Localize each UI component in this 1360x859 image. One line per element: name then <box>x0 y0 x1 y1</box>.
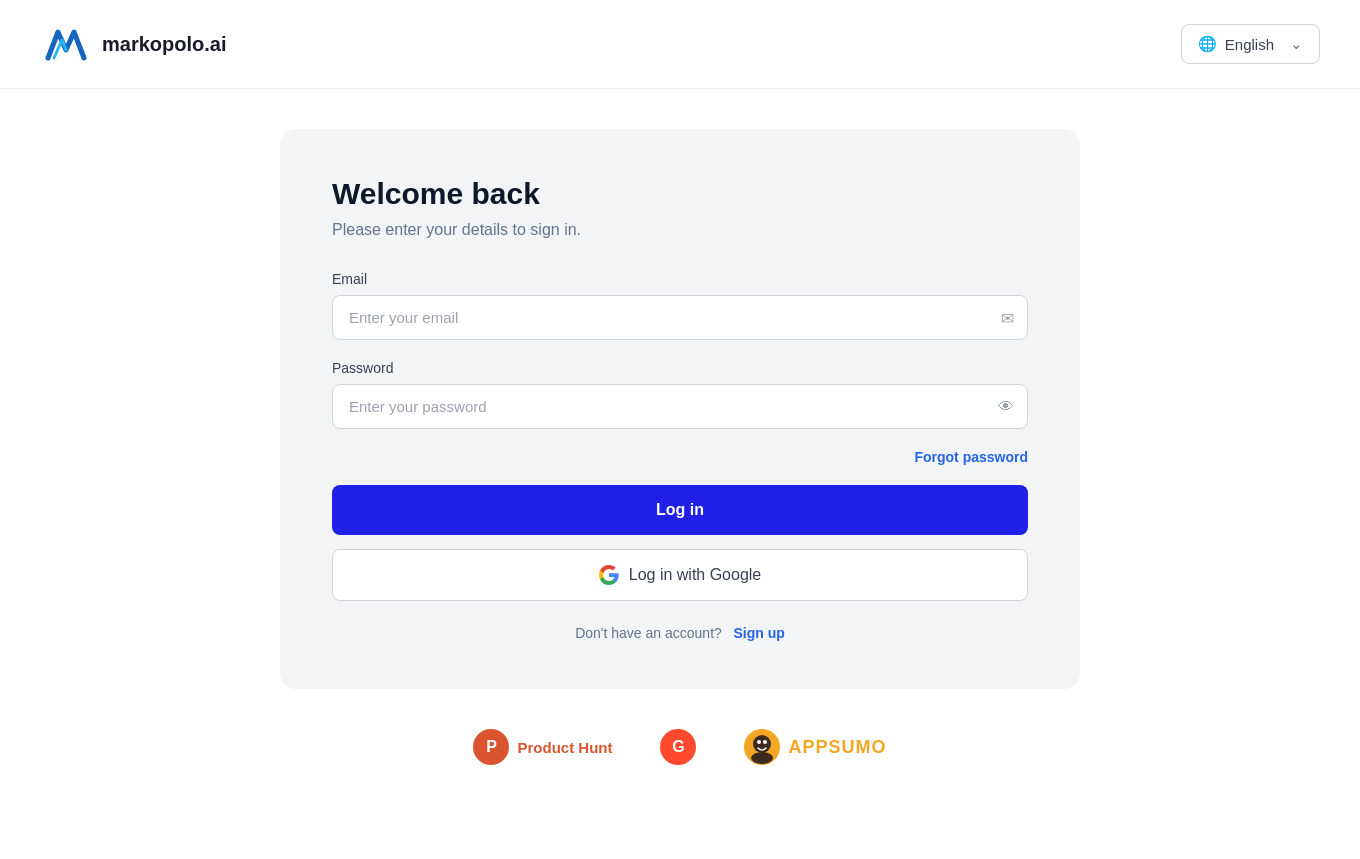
language-label: English <box>1225 36 1274 53</box>
product-hunt-label: Product Hunt <box>517 739 612 756</box>
email-icon: ✉ <box>1001 308 1014 327</box>
language-selector[interactable]: 🌐 English ⌄ <box>1181 24 1320 64</box>
email-input[interactable] <box>332 295 1028 340</box>
product-hunt-icon: P <box>473 729 509 765</box>
g2-badge: G <box>660 729 696 765</box>
logo-area: markopolo.ai <box>40 18 226 70</box>
main-content: Welcome back Please enter your details t… <box>0 89 1360 805</box>
signup-link[interactable]: Sign up <box>734 625 785 641</box>
password-label: Password <box>332 360 1028 376</box>
google-button-label: Log in with Google <box>629 566 762 584</box>
card-subtitle: Please enter your details to sign in. <box>332 221 1028 239</box>
google-login-button[interactable]: Log in with Google <box>332 549 1028 601</box>
login-button[interactable]: Log in <box>332 485 1028 535</box>
header: markopolo.ai 🌐 English ⌄ <box>0 0 1360 89</box>
forgot-password-link[interactable]: Forgot password <box>914 449 1028 465</box>
signup-row: Don't have an account? Sign up <box>332 625 1028 641</box>
login-card: Welcome back Please enter your details t… <box>280 129 1080 689</box>
password-form-group: Password 👁 <box>332 360 1028 429</box>
email-label: Email <box>332 271 1028 287</box>
logo-icon <box>40 18 92 70</box>
globe-icon: 🌐 <box>1198 35 1217 53</box>
password-input[interactable] <box>332 384 1028 429</box>
footer-badges: P Product Hunt G APPSUMO <box>473 729 886 765</box>
google-icon <box>599 565 619 585</box>
password-input-wrapper: 👁 <box>332 384 1028 429</box>
forgot-password-row: Forgot password <box>332 449 1028 465</box>
chevron-down-icon: ⌄ <box>1290 35 1303 53</box>
appsumo-badge: APPSUMO <box>744 729 886 765</box>
no-account-text: Don't have an account? <box>575 625 722 641</box>
svg-point-2 <box>751 752 773 764</box>
g2-icon: G <box>660 729 696 765</box>
appsumo-label: APPSUMO <box>788 737 886 758</box>
eye-icon[interactable]: 👁 <box>998 398 1014 416</box>
appsumo-icon <box>744 729 780 765</box>
logo-text: markopolo.ai <box>102 33 226 56</box>
card-title: Welcome back <box>332 177 1028 211</box>
email-form-group: Email ✉ <box>332 271 1028 340</box>
svg-point-4 <box>763 740 767 744</box>
email-input-wrapper: ✉ <box>332 295 1028 340</box>
product-hunt-badge: P Product Hunt <box>473 729 612 765</box>
svg-point-3 <box>757 740 761 744</box>
